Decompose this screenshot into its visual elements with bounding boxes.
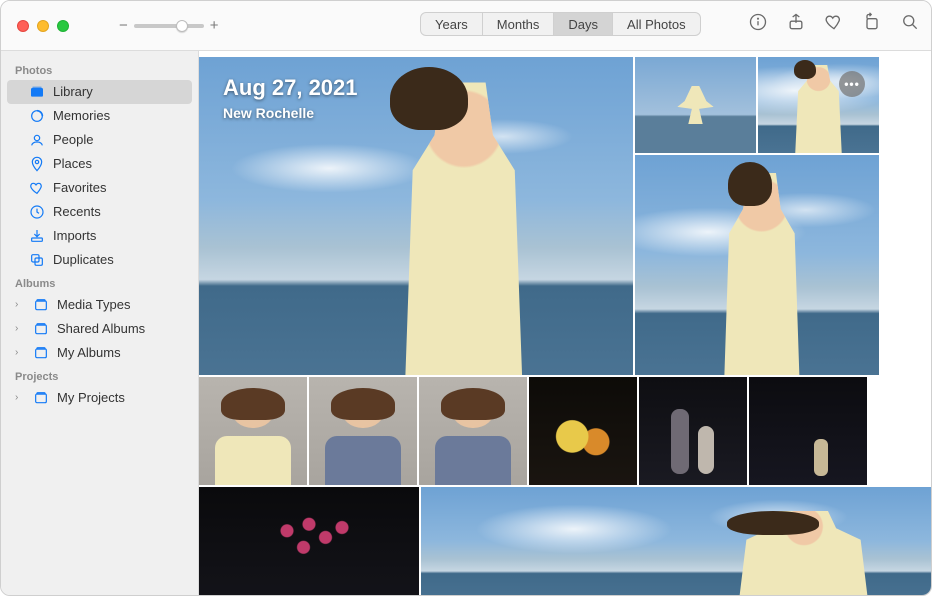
sidebar-item-places[interactable]: Places bbox=[7, 152, 192, 176]
sidebar-item-duplicates[interactable]: Duplicates bbox=[7, 248, 192, 272]
day-location: New Rochelle bbox=[223, 105, 358, 121]
photo-thumbnail[interactable] bbox=[635, 155, 879, 375]
zoom-slider: − + bbox=[119, 17, 219, 34]
zoom-out-button[interactable]: − bbox=[119, 17, 128, 34]
sidebar-item-label: Duplicates bbox=[53, 251, 114, 269]
chevron-right-icon: › bbox=[15, 344, 23, 362]
album-icon bbox=[33, 345, 49, 361]
info-icon[interactable] bbox=[748, 12, 768, 32]
favorite-icon[interactable] bbox=[824, 12, 844, 32]
clock-icon bbox=[29, 204, 45, 220]
share-icon[interactable] bbox=[786, 12, 806, 32]
photo-thumbnail[interactable] bbox=[309, 377, 417, 485]
photo-thumbnail[interactable] bbox=[639, 377, 747, 485]
sidebar-item-label: Library bbox=[53, 83, 93, 101]
sidebar-section-projects: Projects bbox=[1, 365, 198, 386]
segment-days[interactable]: Days bbox=[554, 13, 613, 35]
heart-icon bbox=[29, 180, 45, 196]
sidebar-item-label: My Albums bbox=[57, 344, 121, 362]
photo-grid: Aug 27, 2021 New Rochelle ••• bbox=[199, 51, 931, 595]
photo-thumbnail[interactable] bbox=[419, 377, 527, 485]
segment-months[interactable]: Months bbox=[483, 13, 555, 35]
sidebar-item-shared-albums[interactable]: › Shared Albums bbox=[7, 317, 192, 341]
sidebar-item-imports[interactable]: Imports bbox=[7, 224, 192, 248]
minimize-window-button[interactable] bbox=[37, 20, 49, 32]
photo-thumbnail[interactable]: ••• bbox=[758, 57, 879, 153]
people-icon bbox=[29, 132, 45, 148]
app-window: − + Years Months Days All Photos bbox=[0, 0, 932, 596]
photo-thumbnail[interactable] bbox=[421, 487, 931, 595]
album-icon bbox=[33, 321, 49, 337]
sidebar-section-albums: Albums bbox=[1, 272, 198, 293]
zoom-knob[interactable] bbox=[176, 20, 188, 32]
sidebar-item-label: People bbox=[53, 131, 93, 149]
photo-thumbnail[interactable]: Aug 27, 2021 New Rochelle bbox=[199, 57, 633, 375]
duplicates-icon bbox=[29, 252, 45, 268]
more-actions-button[interactable]: ••• bbox=[839, 71, 865, 97]
rotate-icon[interactable] bbox=[862, 12, 882, 32]
photo-thumbnail[interactable] bbox=[635, 57, 756, 153]
sidebar-item-favorites[interactable]: Favorites bbox=[7, 176, 192, 200]
album-icon bbox=[33, 390, 49, 406]
sidebar-item-label: Imports bbox=[53, 227, 96, 245]
chevron-right-icon: › bbox=[15, 389, 23, 407]
close-window-button[interactable] bbox=[17, 20, 29, 32]
sidebar-item-label: Media Types bbox=[57, 296, 130, 314]
search-icon[interactable] bbox=[900, 12, 920, 32]
sidebar-item-my-albums[interactable]: › My Albums bbox=[7, 341, 192, 365]
day-header-overlay: Aug 27, 2021 New Rochelle bbox=[223, 75, 358, 121]
memories-icon bbox=[29, 108, 45, 124]
sidebar-section-photos: Photos bbox=[1, 59, 198, 80]
album-icon bbox=[33, 297, 49, 313]
zoom-track[interactable] bbox=[134, 24, 204, 28]
titlebar: − + Years Months Days All Photos bbox=[1, 1, 931, 51]
fullscreen-window-button[interactable] bbox=[57, 20, 69, 32]
photo-thumbnail[interactable] bbox=[199, 377, 307, 485]
sidebar-item-label: Places bbox=[53, 155, 92, 173]
sidebar-item-label: Favorites bbox=[53, 179, 106, 197]
places-icon bbox=[29, 156, 45, 172]
sidebar-item-label: Shared Albums bbox=[57, 320, 145, 338]
toolbar-actions bbox=[748, 12, 920, 32]
sidebar-item-my-projects[interactable]: › My Projects bbox=[7, 386, 192, 410]
chevron-right-icon: › bbox=[15, 296, 23, 314]
view-segmented-control: Years Months Days All Photos bbox=[420, 12, 701, 36]
chevron-right-icon: › bbox=[15, 320, 23, 338]
sidebar-item-library[interactable]: Library bbox=[7, 80, 192, 104]
import-icon bbox=[29, 228, 45, 244]
sidebar: Photos Library Memories People Places Fa… bbox=[1, 51, 199, 595]
photo-thumbnail[interactable] bbox=[749, 377, 867, 485]
sidebar-item-memories[interactable]: Memories bbox=[7, 104, 192, 128]
sidebar-item-people[interactable]: People bbox=[7, 128, 192, 152]
zoom-in-button[interactable]: + bbox=[210, 17, 219, 34]
photo-thumbnail[interactable] bbox=[529, 377, 637, 485]
sidebar-item-media-types[interactable]: › Media Types bbox=[7, 293, 192, 317]
day-date: Aug 27, 2021 bbox=[223, 75, 358, 101]
sidebar-item-recents[interactable]: Recents bbox=[7, 200, 192, 224]
sidebar-item-label: Recents bbox=[53, 203, 101, 221]
photo-thumbnail[interactable] bbox=[199, 487, 419, 595]
app-body: Photos Library Memories People Places Fa… bbox=[1, 51, 931, 595]
segment-years[interactable]: Years bbox=[421, 13, 483, 35]
library-icon bbox=[29, 84, 45, 100]
segment-all-photos[interactable]: All Photos bbox=[613, 13, 700, 35]
sidebar-item-label: Memories bbox=[53, 107, 110, 125]
sidebar-item-label: My Projects bbox=[57, 389, 125, 407]
window-controls bbox=[11, 20, 69, 32]
